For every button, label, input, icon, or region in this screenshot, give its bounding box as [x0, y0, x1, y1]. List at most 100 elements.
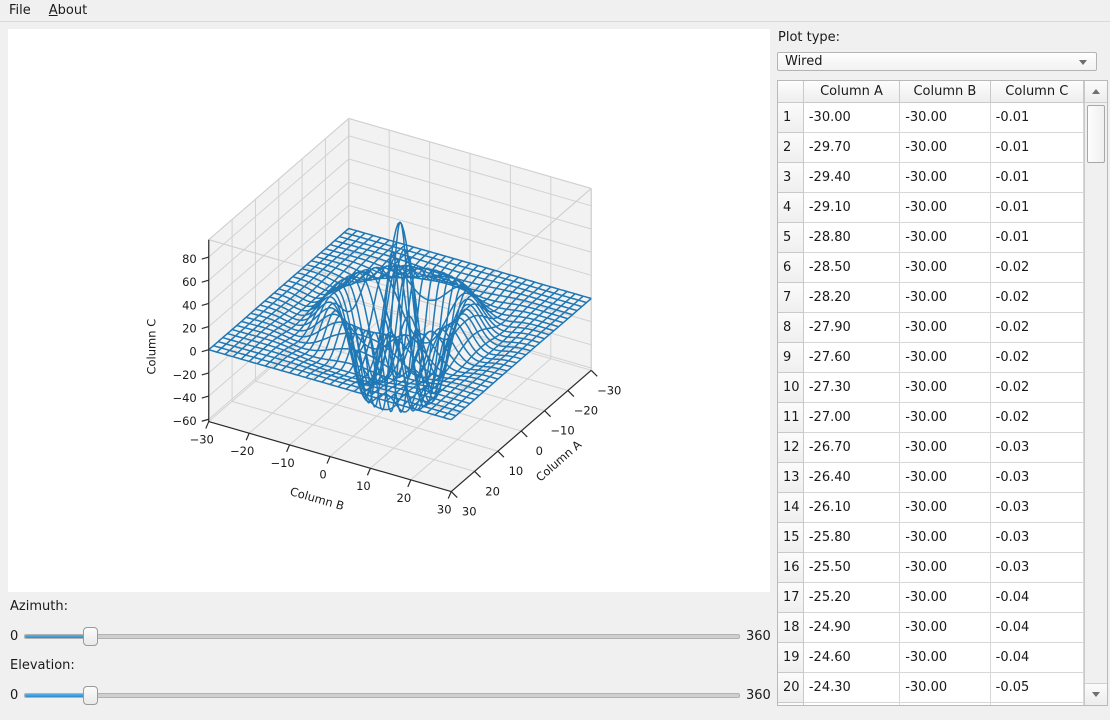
table-row[interactable]: 3-29.40-30.00-0.01: [778, 163, 1084, 193]
z-tick-label: 80: [182, 252, 197, 266]
data-table[interactable]: Column AColumn BColumn C 1-30.00-30.00-0…: [777, 80, 1108, 706]
row-number-cell[interactable]: 19: [778, 643, 804, 673]
table-header-column-c[interactable]: Column C: [991, 81, 1084, 103]
table-row[interactable]: 14-26.10-30.00-0.03: [778, 493, 1084, 523]
row-number-cell[interactable]: 21: [778, 703, 804, 705]
menu-file[interactable]: File: [0, 1, 40, 20]
row-number-cell[interactable]: 15: [778, 523, 804, 553]
row-number-cell[interactable]: 7: [778, 283, 804, 313]
chevron-down-icon: [1079, 60, 1087, 65]
table-cell: -30.00: [900, 343, 990, 373]
table-row[interactable]: 5-28.80-30.00-0.01: [778, 223, 1084, 253]
row-number-cell[interactable]: 17: [778, 583, 804, 613]
table-cell: -30.00: [900, 373, 990, 403]
table-row[interactable]: 9-27.60-30.00-0.02: [778, 343, 1084, 373]
row-number-cell[interactable]: 9: [778, 343, 804, 373]
table-cell: -30.00: [900, 313, 990, 343]
table-cell: -30.00: [900, 583, 990, 613]
box-edge: [591, 370, 597, 376]
box-edge: [451, 492, 457, 498]
table-cell: -24.30: [804, 673, 900, 703]
table-row[interactable]: 6-28.50-30.00-0.02: [778, 253, 1084, 283]
z-tick-label: −60: [172, 414, 196, 428]
table-cell: -26.70: [804, 433, 900, 463]
scrollbar-up-button[interactable]: [1085, 81, 1107, 103]
table-row[interactable]: 4-29.10-30.00-0.01: [778, 193, 1084, 223]
plot-type-dropdown[interactable]: Wired: [777, 52, 1097, 71]
table-row[interactable]: 17-25.20-30.00-0.04: [778, 583, 1084, 613]
table-row[interactable]: 16-25.50-30.00-0.03: [778, 553, 1084, 583]
y-tick-label: −10: [550, 424, 574, 438]
table-row[interactable]: 12-26.70-30.00-0.03: [778, 433, 1084, 463]
table-cell: -30.00: [900, 643, 990, 673]
vertical-scrollbar[interactable]: [1084, 81, 1107, 705]
table-cell: -0.04: [991, 643, 1084, 673]
z-tick-label: −40: [172, 391, 196, 405]
table-row[interactable]: 10-27.30-30.00-0.02: [778, 373, 1084, 403]
table-row[interactable]: 8-27.90-30.00-0.02: [778, 313, 1084, 343]
scrollbar-down-button[interactable]: [1085, 683, 1107, 705]
azimuth-slider-handle[interactable]: [83, 627, 98, 646]
y-tick-label: 30: [462, 505, 477, 519]
table-header-column-b[interactable]: Column B: [900, 81, 990, 103]
row-number-cell[interactable]: 20: [778, 673, 804, 703]
row-number-cell[interactable]: 16: [778, 553, 804, 583]
table-cell: -29.10: [804, 193, 900, 223]
row-number-cell[interactable]: 18: [778, 613, 804, 643]
row-number-cell[interactable]: 5: [778, 223, 804, 253]
table-cell: -0.02: [991, 403, 1084, 433]
menu-bar: File About: [0, 0, 1110, 22]
row-number-cell[interactable]: 10: [778, 373, 804, 403]
box-edge: [521, 431, 527, 437]
z-tick-label: 20: [182, 322, 197, 336]
box-edge: [202, 327, 209, 329]
menu-about[interactable]: About: [40, 1, 96, 20]
elevation-max-label: 360: [746, 688, 771, 703]
table-row[interactable]: 18-24.90-30.00-0.04: [778, 613, 1084, 643]
table-cell: -30.00: [900, 463, 990, 493]
row-number-cell[interactable]: 1: [778, 103, 804, 133]
table-row[interactable]: 2-29.70-30.00-0.01: [778, 133, 1084, 163]
box-edge: [202, 350, 209, 352]
row-number-cell[interactable]: 3: [778, 163, 804, 193]
azimuth-slider[interactable]: [24, 634, 740, 639]
table-header-column-a[interactable]: Column A: [804, 81, 900, 103]
table-row[interactable]: 21-24.00-30.00-0.05: [778, 703, 1084, 705]
table-cell: -28.80: [804, 223, 900, 253]
table-row[interactable]: 15-25.80-30.00-0.03: [778, 523, 1084, 553]
elevation-slider[interactable]: [24, 693, 740, 698]
row-number-cell[interactable]: 14: [778, 493, 804, 523]
row-number-cell[interactable]: 4: [778, 193, 804, 223]
table-row[interactable]: 1-30.00-30.00-0.01: [778, 103, 1084, 133]
table-row[interactable]: 11-27.00-30.00-0.02: [778, 403, 1084, 433]
z-tick-label: 0: [189, 345, 196, 359]
table-row[interactable]: 19-24.60-30.00-0.04: [778, 643, 1084, 673]
row-number-cell[interactable]: 8: [778, 313, 804, 343]
table-cell: -30.00: [900, 553, 990, 583]
row-number-cell[interactable]: 12: [778, 433, 804, 463]
row-number-cell[interactable]: 11: [778, 403, 804, 433]
table-cell: -24.90: [804, 613, 900, 643]
box-edge: [498, 451, 504, 457]
x-tick-label: −20: [230, 444, 254, 458]
row-number-cell[interactable]: 2: [778, 133, 804, 163]
table-row[interactable]: 13-26.40-30.00-0.03: [778, 463, 1084, 493]
table-cell: -27.90: [804, 313, 900, 343]
table-cell: -30.00: [900, 433, 990, 463]
table-cell: -0.01: [991, 223, 1084, 253]
elevation-slider-handle[interactable]: [83, 686, 98, 705]
scrollbar-thumb[interactable]: [1087, 105, 1105, 163]
row-number-cell[interactable]: 6: [778, 253, 804, 283]
table-cell: -26.10: [804, 493, 900, 523]
table-row[interactable]: 7-28.20-30.00-0.02: [778, 283, 1084, 313]
elevation-label: Elevation:: [10, 658, 75, 673]
row-number-cell[interactable]: 13: [778, 463, 804, 493]
table-cell: -30.00: [900, 283, 990, 313]
y-tick-label: 10: [509, 464, 524, 478]
box-edge: [246, 433, 249, 440]
table-cell: -30.00: [900, 223, 990, 253]
z-axis-label: Column C: [145, 319, 159, 375]
table-cell: -30.00: [900, 253, 990, 283]
box-edge: [202, 257, 209, 259]
table-row[interactable]: 20-24.30-30.00-0.05: [778, 673, 1084, 703]
